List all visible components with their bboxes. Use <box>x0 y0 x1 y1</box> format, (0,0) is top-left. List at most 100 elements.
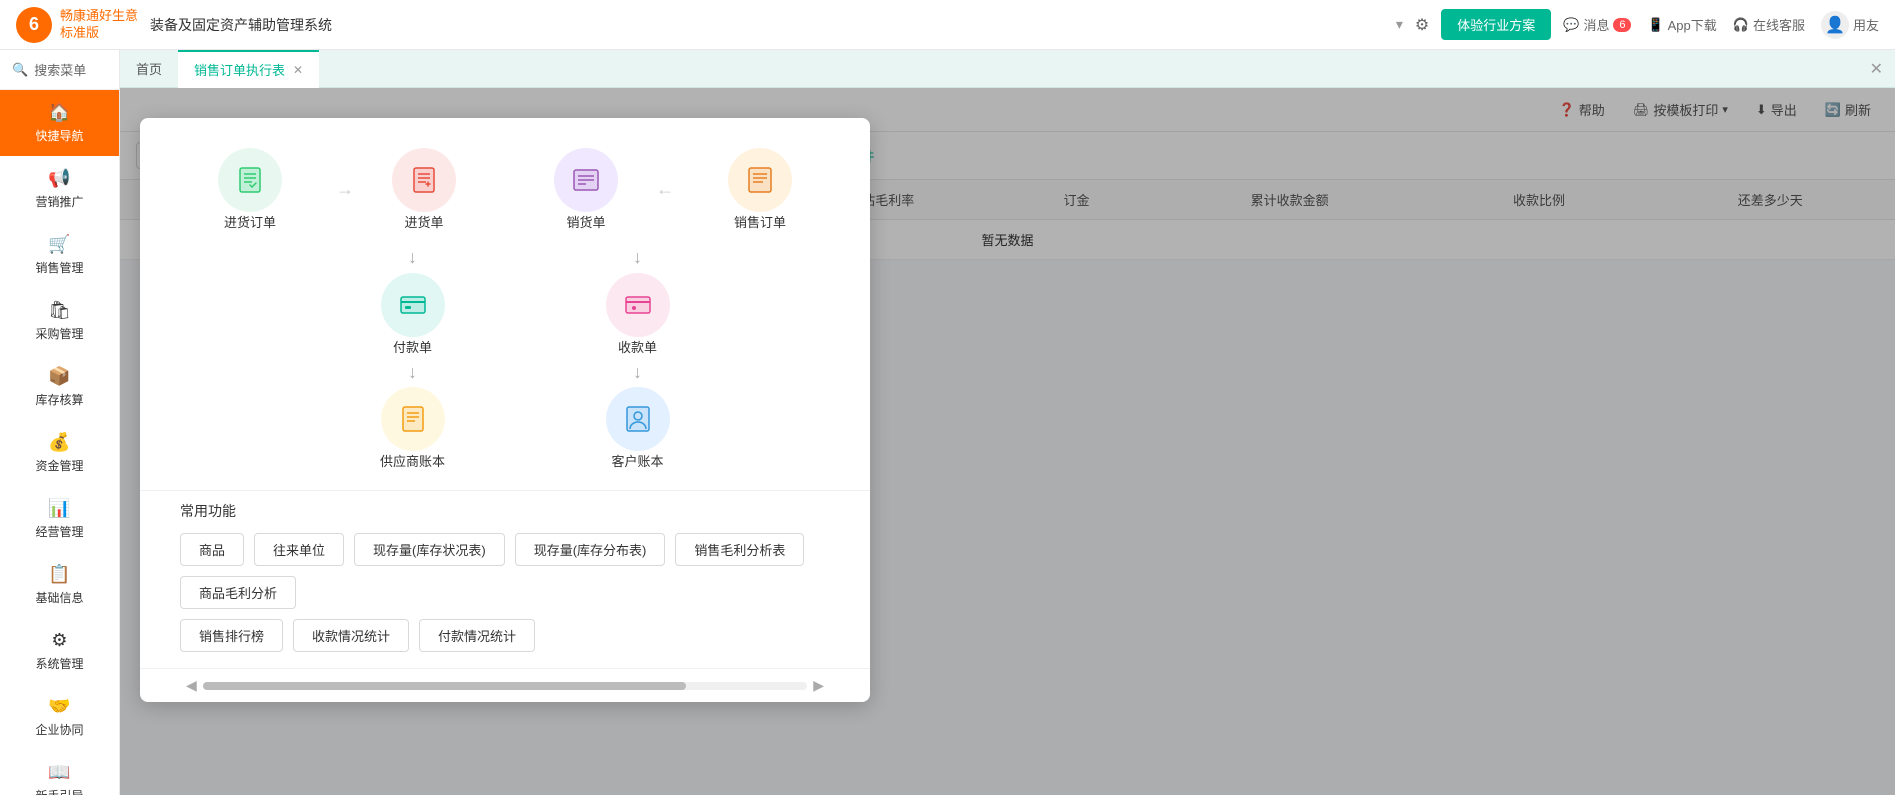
online-service-button[interactable]: 🎧 在线客服 <box>1733 15 1805 34</box>
purchase-bill-label: 进货单 <box>404 212 443 231</box>
common-btns-row2: 销售排行榜 收款情况统计 付款情况统计 <box>180 619 830 652</box>
sidebar-item-inventory[interactable]: 📦 库存核算 <box>0 354 119 420</box>
sidebar-item-finance[interactable]: 💰 资金管理 <box>0 420 119 486</box>
flow-section: 进货订单 → <box>140 118 870 490</box>
message-badge: 6 <box>1613 18 1631 32</box>
tab-sales-order-exec[interactable]: 销售订单执行表 ✕ <box>178 50 319 88</box>
basic-icon: 📋 <box>48 564 70 585</box>
headset-icon: 🎧 <box>1733 17 1749 33</box>
page-content: ❓ 帮助 🖨 按模板打印 ▾ ⬇ 导出 🔄 刷新 <box>120 88 1895 795</box>
flow-item-supplier-ledger[interactable]: 供应商账本 <box>343 387 483 470</box>
sidebar-item-label-home: 快捷导航 <box>35 127 83 144</box>
content-area: 首页 销售订单执行表 ✕ ✕ ❓ 帮助 🖨 <box>120 50 1895 795</box>
logo-icon: 6 <box>16 7 52 43</box>
experience-button[interactable]: 体验行业方案 <box>1441 9 1551 40</box>
common-btn-stock-dist[interactable]: 现存量(库存分布表) <box>515 533 666 566</box>
flow-row-2: ↓ 付款单 ↓ <box>180 247 830 470</box>
sidebar-item-label-system: 系统管理 <box>35 655 83 672</box>
sidebar-item-enterprise[interactable]: 🤝 企业协同 <box>0 684 119 750</box>
arrow-purchase-to-purchase-bill: → <box>320 179 354 200</box>
modal-overlay[interactable]: 进货订单 → <box>120 88 1895 795</box>
flow-row-1: 进货订单 → <box>180 148 830 231</box>
common-functions-section: 常用功能 商品 往来单位 现存量(库存状况表) 现存量(库存分布表) 销售毛利分… <box>140 490 870 668</box>
scroll-right-button[interactable]: ▶ <box>807 677 830 694</box>
common-btn-contacts[interactable]: 往来单位 <box>254 533 344 566</box>
sidebar-item-label-inventory: 库存核算 <box>35 391 83 408</box>
app-download-button[interactable]: 📱 App下载 <box>1647 15 1716 34</box>
purchase-order-label: 进货订单 <box>224 212 276 231</box>
enterprise-icon: 🤝 <box>48 696 70 717</box>
operation-icon: 📊 <box>48 498 70 519</box>
settings-icon[interactable]: ⚙ <box>1415 15 1429 35</box>
common-btn-payment-stats[interactable]: 付款情况统计 <box>419 619 535 652</box>
sidebar-item-label-basic: 基础信息 <box>35 589 83 606</box>
common-btn-sales-rank[interactable]: 销售排行榜 <box>180 619 283 652</box>
common-btn-receipt-stats[interactable]: 收款情况统计 <box>293 619 409 652</box>
sidebar-item-label-finance: 资金管理 <box>35 457 83 474</box>
purchase-order-icon <box>218 148 282 212</box>
logo-area: 6 畅康通好生意 标准版 <box>16 7 138 43</box>
common-btn-goods-margin[interactable]: 商品毛利分析 <box>180 576 296 609</box>
customer-ledger-label: 客户账本 <box>611 451 663 470</box>
avatar: 👤 <box>1821 11 1849 39</box>
scroll-left-button[interactable]: ◀ <box>180 677 203 694</box>
guide-icon: 📖 <box>48 762 70 783</box>
common-btn-stock-status[interactable]: 现存量(库存状况表) <box>354 533 505 566</box>
phone-icon: 📱 <box>1647 17 1663 33</box>
payment-label: 付款单 <box>393 337 432 356</box>
home-icon: 🏠 <box>48 102 70 123</box>
flow-item-purchase-bill[interactable]: 进货单 <box>354 148 494 231</box>
purchase-icon: 🛍 <box>48 300 71 321</box>
tab-home[interactable]: 首页 <box>120 50 178 88</box>
sales-bill-icon <box>554 148 618 212</box>
sidebar-item-label-guide: 新手引导 <box>35 787 83 795</box>
common-btn-goods[interactable]: 商品 <box>180 533 244 566</box>
finance-icon: 💰 <box>48 432 70 453</box>
receipt-label: 收款单 <box>618 337 657 356</box>
receipt-icon <box>606 273 670 337</box>
search-label: 搜索菜单 <box>34 60 86 79</box>
tab-bar-close-button[interactable]: ✕ <box>1858 59 1895 79</box>
sidebar: 🔍 搜索菜单 🏠 快捷导航 📢 营销推广 🛒 销售管理 🛍 采购管理 📦 <box>0 50 120 795</box>
sidebar-item-basic[interactable]: 📋 基础信息 <box>0 552 119 618</box>
sidebar-item-label-enterprise: 企业协同 <box>35 721 83 738</box>
horizontal-scrollbar[interactable] <box>203 682 807 690</box>
scrollbar-row: ◀ ▶ <box>140 668 870 702</box>
purchase-bill-icon <box>392 148 456 212</box>
flow-item-sales-bill[interactable]: 销货单 <box>516 148 656 231</box>
sidebar-item-label-marketing: 营销推广 <box>35 193 83 210</box>
header-right: 💬 消息 6 📱 App下载 🎧 在线客服 👤 用友 <box>1563 11 1879 39</box>
tab-bar: 首页 销售订单执行表 ✕ ✕ <box>120 50 1895 88</box>
common-title: 常用功能 <box>180 501 830 521</box>
sidebar-item-operation[interactable]: 📊 经营管理 <box>0 486 119 552</box>
sales-order-label: 销售订单 <box>734 212 786 231</box>
sidebar-item-guide[interactable]: 📖 新手引导 <box>0 750 119 795</box>
message-button[interactable]: 💬 消息 6 <box>1563 15 1631 34</box>
logo-text: 畅康通好生意 标准版 <box>60 8 138 42</box>
flow-item-purchase-order[interactable]: 进货订单 <box>180 148 320 231</box>
sidebar-item-label-purchase: 采购管理 <box>35 325 83 342</box>
dropdown-icon[interactable]: ▾ <box>1396 16 1403 33</box>
supplier-ledger-icon <box>381 387 445 451</box>
sidebar-item-purchase[interactable]: 🛍 采购管理 <box>0 288 119 354</box>
sidebar-item-system[interactable]: ⚙ 系统管理 <box>0 618 119 684</box>
sidebar-item-label-operation: 经营管理 <box>35 523 83 540</box>
inventory-icon: 📦 <box>48 366 70 387</box>
flow-item-receipt[interactable]: 收款单 <box>568 273 708 356</box>
payment-icon <box>381 273 445 337</box>
flow-item-payment[interactable]: 付款单 <box>343 273 483 356</box>
user-menu[interactable]: 👤 用友 <box>1821 11 1879 39</box>
flow-item-customer-ledger[interactable]: 客户账本 <box>568 387 708 470</box>
flow-col-payment: ↓ 付款单 ↓ <box>343 247 483 470</box>
flow-item-sales-order[interactable]: 销售订单 <box>690 148 830 231</box>
sidebar-item-marketing[interactable]: 📢 营销推广 <box>0 156 119 222</box>
sidebar-item-home[interactable]: 🏠 快捷导航 <box>0 90 119 156</box>
sidebar-item-label-sales: 销售管理 <box>35 259 83 276</box>
tab-close-icon[interactable]: ✕ <box>293 63 303 77</box>
sidebar-item-sales[interactable]: 🛒 销售管理 <box>0 222 119 288</box>
sales-bill-label: 销货单 <box>566 212 605 231</box>
customer-ledger-icon <box>606 387 670 451</box>
search-menu[interactable]: 🔍 搜索菜单 <box>0 50 119 90</box>
common-btn-sales-margin[interactable]: 销售毛利分析表 <box>675 533 804 566</box>
supplier-ledger-label: 供应商账本 <box>380 451 445 470</box>
